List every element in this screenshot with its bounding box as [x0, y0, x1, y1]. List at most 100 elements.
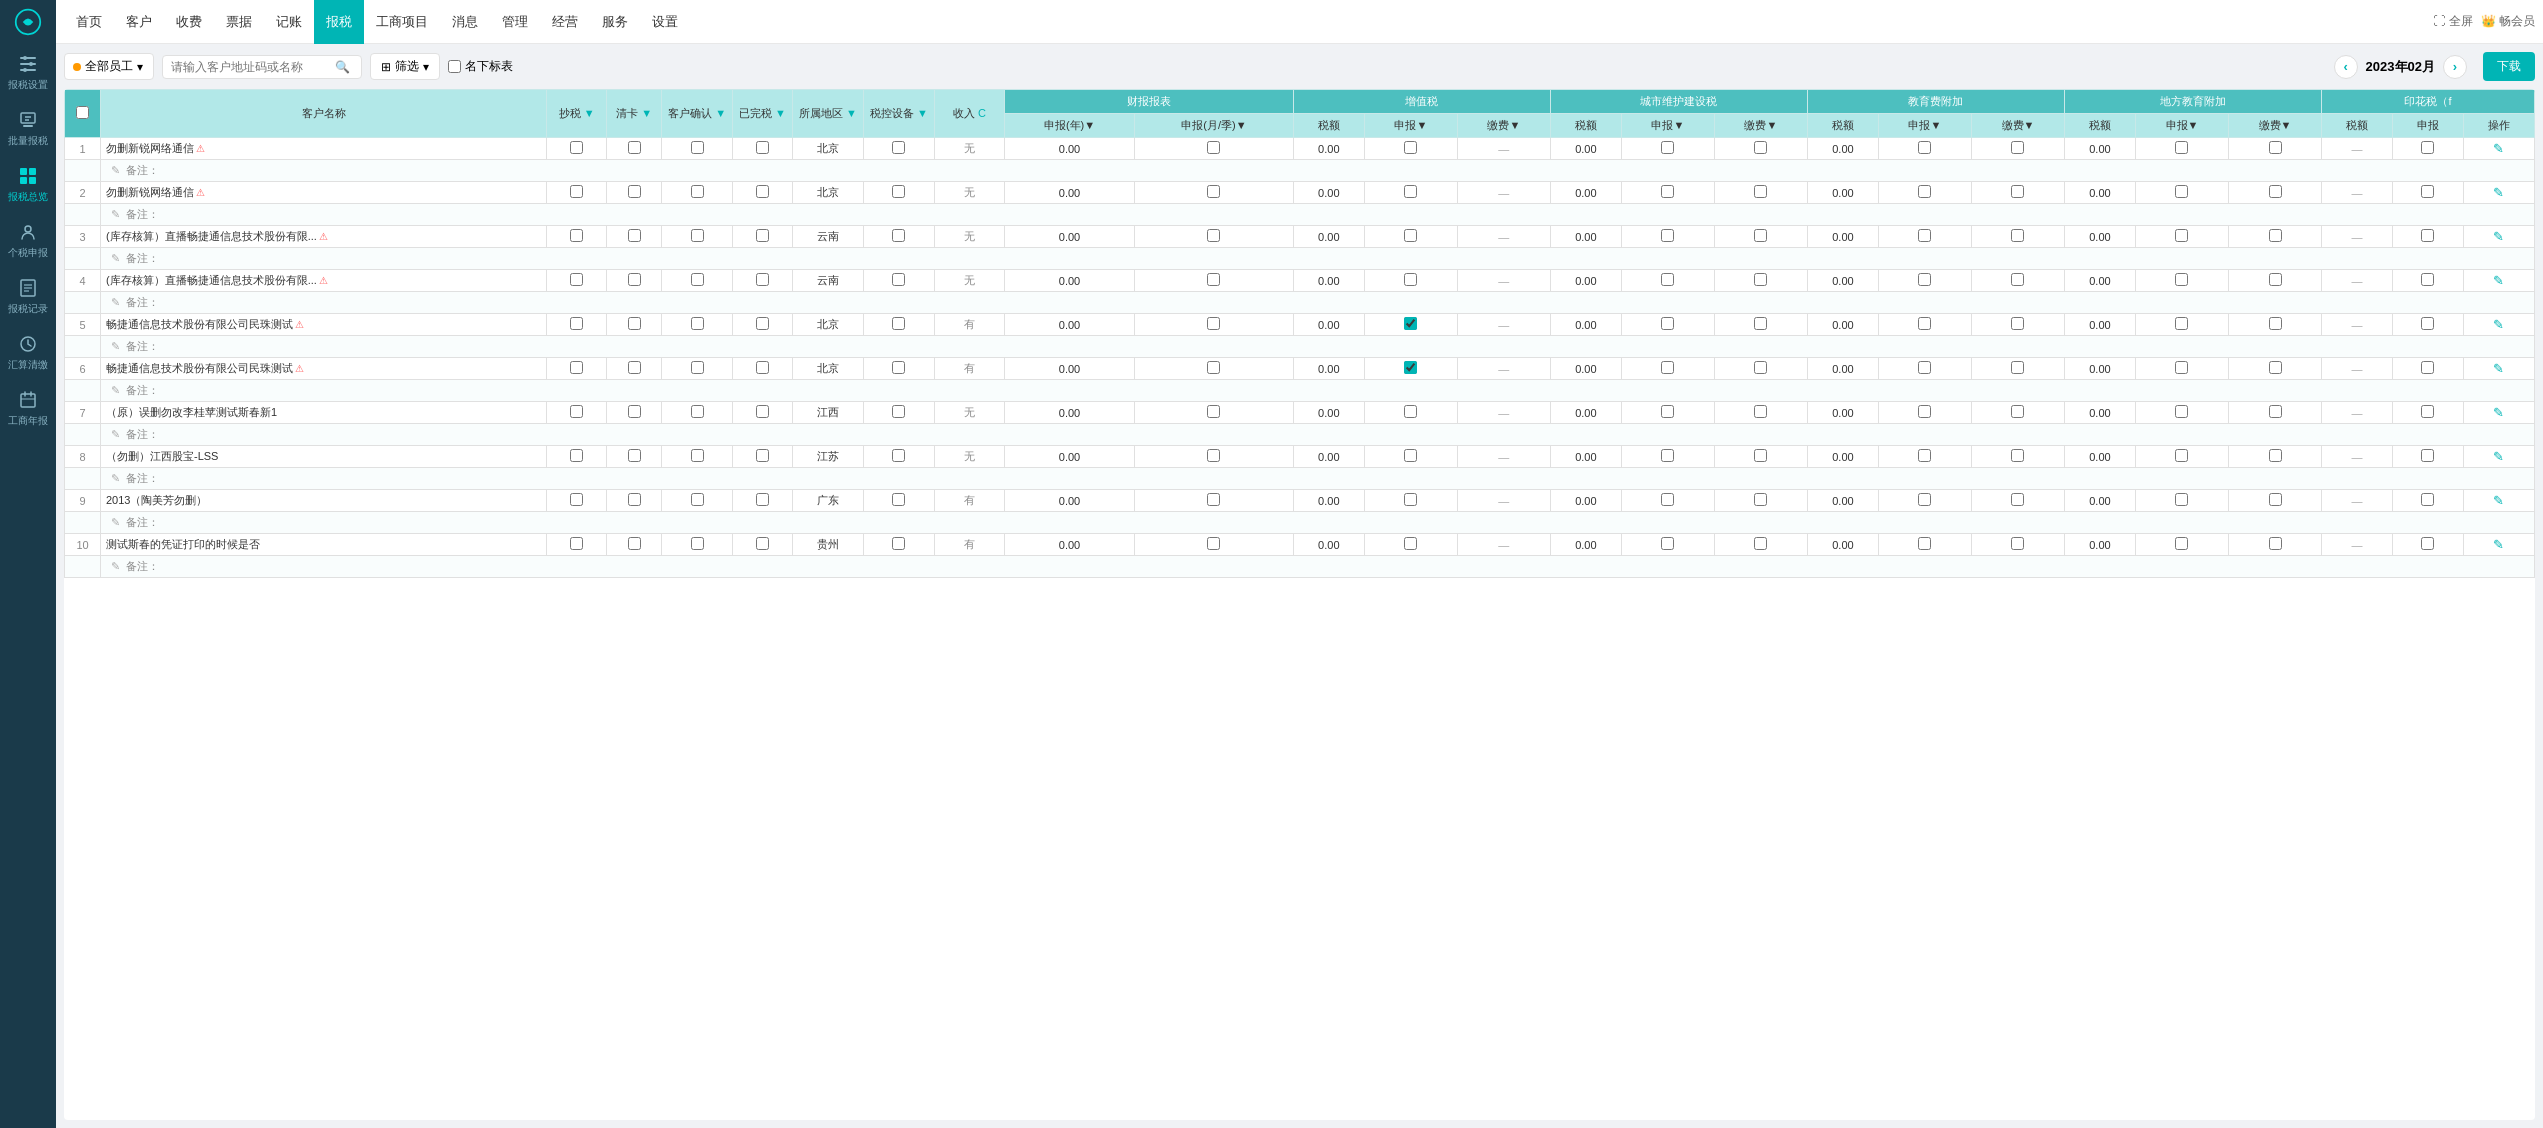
edu-declare-checkbox[interactable]: [1918, 141, 1931, 154]
clear-card-checkbox[interactable]: [628, 229, 641, 242]
stamp-declare-checkbox[interactable]: [2421, 317, 2434, 330]
local-declare-checkbox[interactable]: [2175, 273, 2188, 286]
urban-pay-checkbox[interactable]: [1754, 273, 1767, 286]
clear-card-checkbox[interactable]: [628, 537, 641, 550]
edu-pay-checkbox[interactable]: [2011, 361, 2024, 374]
local-pay-checkbox[interactable]: [2269, 537, 2282, 550]
stamp-declare-checkbox[interactable]: [2421, 449, 2434, 462]
device-checkbox[interactable]: [892, 361, 905, 374]
clear-card-checkbox[interactable]: [628, 405, 641, 418]
vat-declare-checkbox[interactable]: [1404, 405, 1417, 418]
edu-pay-checkbox[interactable]: [2011, 449, 2024, 462]
stamp-declare-checkbox[interactable]: [2421, 361, 2434, 374]
vip-btn[interactable]: 👑 畅会员: [2481, 13, 2535, 30]
filter-button[interactable]: ⊞ 筛选 ▾: [370, 53, 440, 80]
urban-pay-checkbox[interactable]: [1754, 361, 1767, 374]
urban-pay-checkbox[interactable]: [1754, 449, 1767, 462]
device-checkbox[interactable]: [892, 273, 905, 286]
edu-pay-checkbox[interactable]: [2011, 405, 2024, 418]
copy-tax-checkbox[interactable]: [570, 537, 583, 550]
nav-invoice[interactable]: 票据: [214, 0, 264, 44]
vat-declare-checkbox[interactable]: [1404, 449, 1417, 462]
annual-checkbox[interactable]: [1207, 185, 1220, 198]
vat-declare-checkbox[interactable]: [1404, 317, 1417, 330]
done-checkbox[interactable]: [756, 185, 769, 198]
sidebar-item-records[interactable]: 报税记录: [0, 268, 56, 324]
pencil-icon[interactable]: ✎: [111, 560, 120, 573]
done-checkbox[interactable]: [756, 361, 769, 374]
device-checkbox[interactable]: [892, 405, 905, 418]
vat-declare-checkbox[interactable]: [1404, 273, 1417, 286]
edit-icon[interactable]: ✎: [2493, 405, 2504, 420]
nav-home[interactable]: 首页: [64, 0, 114, 44]
local-declare-checkbox[interactable]: [2175, 537, 2188, 550]
done-checkbox[interactable]: [756, 449, 769, 462]
vat-declare-checkbox[interactable]: [1404, 141, 1417, 154]
prev-date-btn[interactable]: ‹: [2334, 55, 2358, 79]
confirm-checkbox[interactable]: [691, 141, 704, 154]
confirm-checkbox[interactable]: [691, 185, 704, 198]
urban-pay-checkbox[interactable]: [1754, 185, 1767, 198]
annual-checkbox[interactable]: [1207, 493, 1220, 506]
local-pay-checkbox[interactable]: [2269, 493, 2282, 506]
done-checkbox[interactable]: [756, 317, 769, 330]
staff-select[interactable]: 全部员工 ▾: [64, 53, 154, 80]
nav-service[interactable]: 服务: [590, 0, 640, 44]
device-checkbox[interactable]: [892, 449, 905, 462]
nav-biz[interactable]: 工商项目: [364, 0, 440, 44]
urban-declare-checkbox[interactable]: [1661, 141, 1674, 154]
check-label[interactable]: 名下标表: [448, 58, 513, 75]
sidebar-item-annual[interactable]: 工商年报: [0, 380, 56, 436]
device-checkbox[interactable]: [892, 537, 905, 550]
urban-declare-checkbox[interactable]: [1661, 361, 1674, 374]
urban-pay-checkbox[interactable]: [1754, 493, 1767, 506]
done-checkbox[interactable]: [756, 273, 769, 286]
pencil-icon[interactable]: ✎: [111, 472, 120, 485]
clear-card-checkbox[interactable]: [628, 141, 641, 154]
urban-pay-checkbox[interactable]: [1754, 317, 1767, 330]
device-checkbox[interactable]: [892, 141, 905, 154]
edit-icon[interactable]: ✎: [2493, 317, 2504, 332]
urban-declare-checkbox[interactable]: [1661, 185, 1674, 198]
local-pay-checkbox[interactable]: [2269, 185, 2282, 198]
edu-pay-checkbox[interactable]: [2011, 273, 2024, 286]
local-declare-checkbox[interactable]: [2175, 185, 2188, 198]
copy-tax-checkbox[interactable]: [570, 273, 583, 286]
pencil-icon[interactable]: ✎: [111, 428, 120, 441]
copy-tax-checkbox[interactable]: [570, 185, 583, 198]
edu-pay-checkbox[interactable]: [2011, 493, 2024, 506]
edit-icon[interactable]: ✎: [2493, 141, 2504, 156]
copy-tax-checkbox[interactable]: [570, 229, 583, 242]
select-all-checkbox[interactable]: [76, 106, 89, 119]
edu-pay-checkbox[interactable]: [2011, 317, 2024, 330]
pencil-icon[interactable]: ✎: [111, 208, 120, 221]
copy-tax-checkbox[interactable]: [570, 449, 583, 462]
done-checkbox[interactable]: [756, 405, 769, 418]
stamp-declare-checkbox[interactable]: [2421, 185, 2434, 198]
done-checkbox[interactable]: [756, 537, 769, 550]
nav-operate[interactable]: 经营: [540, 0, 590, 44]
nav-bookkeep[interactable]: 记账: [264, 0, 314, 44]
pencil-icon[interactable]: ✎: [111, 252, 120, 265]
edu-pay-checkbox[interactable]: [2011, 229, 2024, 242]
copy-tax-checkbox[interactable]: [570, 493, 583, 506]
confirm-checkbox[interactable]: [691, 449, 704, 462]
edu-declare-checkbox[interactable]: [1918, 361, 1931, 374]
urban-pay-checkbox[interactable]: [1754, 537, 1767, 550]
annual-checkbox[interactable]: [1207, 361, 1220, 374]
nav-client[interactable]: 客户: [114, 0, 164, 44]
local-declare-checkbox[interactable]: [2175, 493, 2188, 506]
device-checkbox[interactable]: [892, 185, 905, 198]
confirm-checkbox[interactable]: [691, 317, 704, 330]
nav-msg[interactable]: 消息: [440, 0, 490, 44]
sidebar-item-batch-tax[interactable]: 批量报税: [0, 100, 56, 156]
urban-pay-checkbox[interactable]: [1754, 229, 1767, 242]
vat-declare-checkbox[interactable]: [1404, 361, 1417, 374]
urban-pay-checkbox[interactable]: [1754, 405, 1767, 418]
search-icon[interactable]: 🔍: [335, 60, 350, 74]
urban-pay-checkbox[interactable]: [1754, 141, 1767, 154]
local-declare-checkbox[interactable]: [2175, 317, 2188, 330]
clear-card-checkbox[interactable]: [628, 493, 641, 506]
pencil-icon[interactable]: ✎: [111, 384, 120, 397]
vat-declare-checkbox[interactable]: [1404, 537, 1417, 550]
